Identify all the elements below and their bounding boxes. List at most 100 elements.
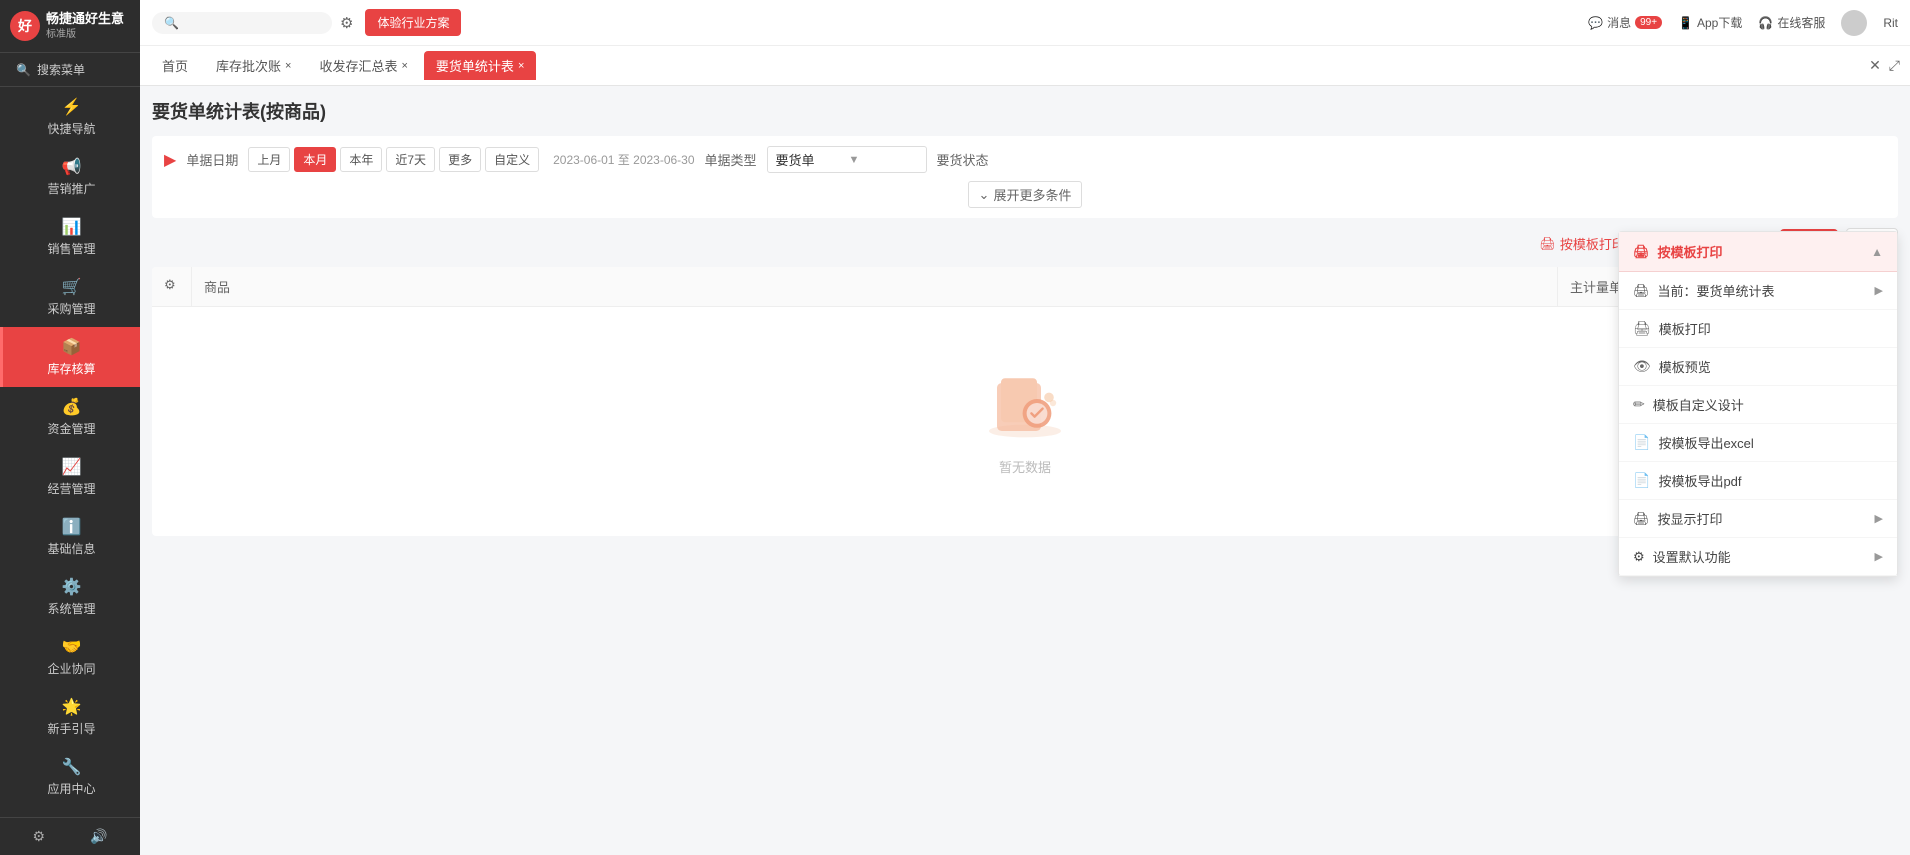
date-btn-7days[interactable]: 近7天	[386, 147, 435, 172]
dropdown-item-template-print[interactable]: 🖨 模板打印	[1619, 310, 1897, 348]
sidebar-bottom: ⚙ 🔊	[0, 817, 140, 855]
sidebar-item-operations[interactable]: 📈 经营管理	[0, 447, 140, 507]
close-all-icon[interactable]: ✕	[1869, 57, 1881, 74]
dropdown-item-default-func[interactable]: ⚙ 设置默认功能 ▶	[1619, 538, 1897, 576]
sidebar: 好 畅捷通好生意 标准版 🔍 搜索菜单 ⚡ 快捷导航 📢 营销推广 📊 销售管理…	[0, 0, 140, 855]
search-icon: 🔍	[164, 16, 179, 30]
sidebar-item-label: 销售管理	[47, 240, 95, 257]
sidebar-item-guide[interactable]: 🌟 新手引导	[0, 687, 140, 747]
dropdown-current-item[interactable]: 🖨 当前：要货单统计表 ▶	[1619, 272, 1897, 310]
app-download-label: App下载	[1697, 14, 1742, 31]
type-label: 单据类型	[705, 150, 757, 169]
home-label: 首页	[162, 56, 188, 75]
sound-icon[interactable]: 🔊	[90, 828, 107, 845]
sidebar-item-system[interactable]: ⚙️ 系统管理	[0, 567, 140, 627]
date-btn-this-year[interactable]: 本年	[340, 147, 382, 172]
expand-icon: ⌄	[979, 187, 990, 203]
sidebar-item-wecom[interactable]: 💬 企业微信	[0, 807, 140, 817]
logo-icon: 好	[10, 11, 40, 41]
filter-toggle-icon[interactable]: ▶	[164, 150, 176, 170]
finance-icon: 💰	[62, 397, 82, 417]
dropdown-collapse-icon[interactable]: ▲	[1871, 245, 1883, 259]
tab-controls: ✕ ⤢	[1869, 57, 1900, 74]
default-func-left: ⚙ 设置默认功能	[1633, 547, 1731, 566]
sidebar-item-apps[interactable]: 🔧 应用中心	[0, 747, 140, 807]
dropdown-item-display-print[interactable]: 🖨 按显示打印 ▶	[1619, 500, 1897, 538]
printer-icon: 🖨	[1633, 244, 1650, 260]
expand-row: ⌄ 展开更多条件	[164, 181, 1886, 208]
sidebar-item-basics[interactable]: ℹ️ 基础信息	[0, 507, 140, 567]
sidebar-item-label: 基础信息	[47, 540, 95, 557]
expand-icon[interactable]: ⤢	[1889, 57, 1900, 74]
tab-home[interactable]: 首页	[150, 51, 200, 80]
trial-button[interactable]: 体验行业方案	[365, 9, 461, 36]
sidebar-item-label: 新手引导	[47, 720, 95, 737]
dropdown-title: 按模板打印	[1658, 242, 1723, 261]
tab-label: 库存批次账	[216, 56, 281, 75]
topbar-search-box[interactable]: 🔍	[152, 12, 332, 34]
tab-order-stats[interactable]: 要货单统计表 ×	[424, 51, 536, 80]
sidebar-item-label: 营销推广	[47, 180, 95, 197]
settings-icon[interactable]: ⚙	[33, 828, 46, 845]
sidebar-item-quick-nav[interactable]: ⚡ 快捷导航	[0, 87, 140, 147]
sidebar-item-label: 经营管理	[47, 480, 95, 497]
empty-icon	[975, 367, 1075, 447]
default-func-icon: ⚙	[1633, 549, 1645, 565]
type-select[interactable]: 要货单 ▼	[767, 146, 927, 173]
sidebar-item-purchase[interactable]: 🛒 采购管理	[0, 267, 140, 327]
date-btn-more[interactable]: 更多	[439, 147, 481, 172]
message-item[interactable]: 💬 消息 99+	[1588, 14, 1662, 31]
page-title: 要货单统计表(按商品)	[152, 98, 1898, 124]
type-select-value: 要货单	[776, 150, 845, 169]
template-custom-icon: ✏	[1633, 396, 1645, 413]
main-area: 🔍 ⚙ 体验行业方案 💬 消息 99+ 📱 App下载 🎧 在线客服 Rit	[140, 0, 1910, 855]
tab-receipt-summary[interactable]: 收发存汇总表 ×	[307, 51, 419, 80]
display-print-icon: 🖨	[1633, 511, 1650, 527]
gear-icon[interactable]: ⚙	[340, 14, 353, 32]
app-download-item[interactable]: 📱 App下载	[1678, 14, 1742, 31]
close-icon[interactable]: ×	[401, 60, 407, 72]
search-input[interactable]	[179, 16, 309, 30]
content-area: 要货单统计表(按商品) ▶ 单据日期 上月 本月 本年 近7天 更多 自定义 2…	[140, 86, 1910, 855]
dropdown-title-area: 🖨 按模板打印	[1633, 242, 1723, 261]
th-checkbox[interactable]: ⚙	[152, 267, 192, 306]
dropdown-item-template-preview[interactable]: 👁 模板预览	[1619, 348, 1897, 386]
close-icon[interactable]: ×	[518, 60, 524, 72]
date-btn-custom[interactable]: 自定义	[485, 147, 539, 172]
sidebar-item-label: 资金管理	[47, 420, 95, 437]
tab-inventory-batch[interactable]: 库存批次账 ×	[204, 51, 303, 80]
template-preview-label: 模板预览	[1659, 357, 1711, 376]
close-icon[interactable]: ×	[285, 60, 291, 72]
sidebar-logo: 好 畅捷通好生意 标准版	[0, 0, 140, 53]
message-icon: 💬	[1588, 16, 1603, 30]
dropdown-header[interactable]: 🖨 按模板打印 ▲	[1619, 232, 1897, 272]
order-status-label: 要货状态	[937, 150, 989, 169]
sidebar-item-sales[interactable]: 📊 销售管理	[0, 207, 140, 267]
sidebar-item-finance[interactable]: 💰 资金管理	[0, 387, 140, 447]
search-menu[interactable]: 🔍 搜索菜单	[0, 53, 140, 87]
current-chevron-icon: ▶	[1875, 284, 1883, 297]
dropdown-item-template-custom[interactable]: ✏ 模板自定义设计	[1619, 386, 1897, 424]
date-btn-last-month[interactable]: 上月	[248, 147, 290, 172]
app-subtitle: 标准版	[46, 28, 124, 42]
expand-label: 展开更多条件	[993, 185, 1071, 204]
sidebar-item-inventory[interactable]: 📦 库存核算	[0, 327, 140, 387]
date-btn-this-month[interactable]: 本月	[294, 147, 336, 172]
avatar	[1841, 10, 1867, 36]
filter-card: ▶ 单据日期 上月 本月 本年 近7天 更多 自定义 2023-06-01 至 …	[152, 136, 1898, 218]
sidebar-item-marketing[interactable]: 📢 营销推广	[0, 147, 140, 207]
service-icon: 🎧	[1758, 16, 1773, 30]
app-icon: 📱	[1678, 16, 1693, 30]
sidebar-item-collab[interactable]: 🤝 企业协同	[0, 627, 140, 687]
filter-row: ▶ 单据日期 上月 本月 本年 近7天 更多 自定义 2023-06-01 至 …	[164, 146, 1886, 173]
search-icon: 🔍	[16, 63, 31, 77]
dropdown-item-export-excel[interactable]: 📄 按模板导出excel	[1619, 424, 1897, 462]
dropdown-item-export-pdf[interactable]: 📄 按模板导出pdf	[1619, 462, 1897, 500]
logo-text: 畅捷通好生意 标准版	[46, 10, 124, 42]
chevron-right-icon: ▶	[1875, 512, 1883, 525]
expand-more-btn[interactable]: ⌄ 展开更多条件	[968, 181, 1083, 208]
system-icon: ⚙️	[62, 577, 82, 597]
current-icon: 🖨	[1633, 283, 1650, 299]
print-label: 按模板打印	[1560, 234, 1625, 253]
online-service-item[interactable]: 🎧 在线客服	[1758, 14, 1825, 31]
